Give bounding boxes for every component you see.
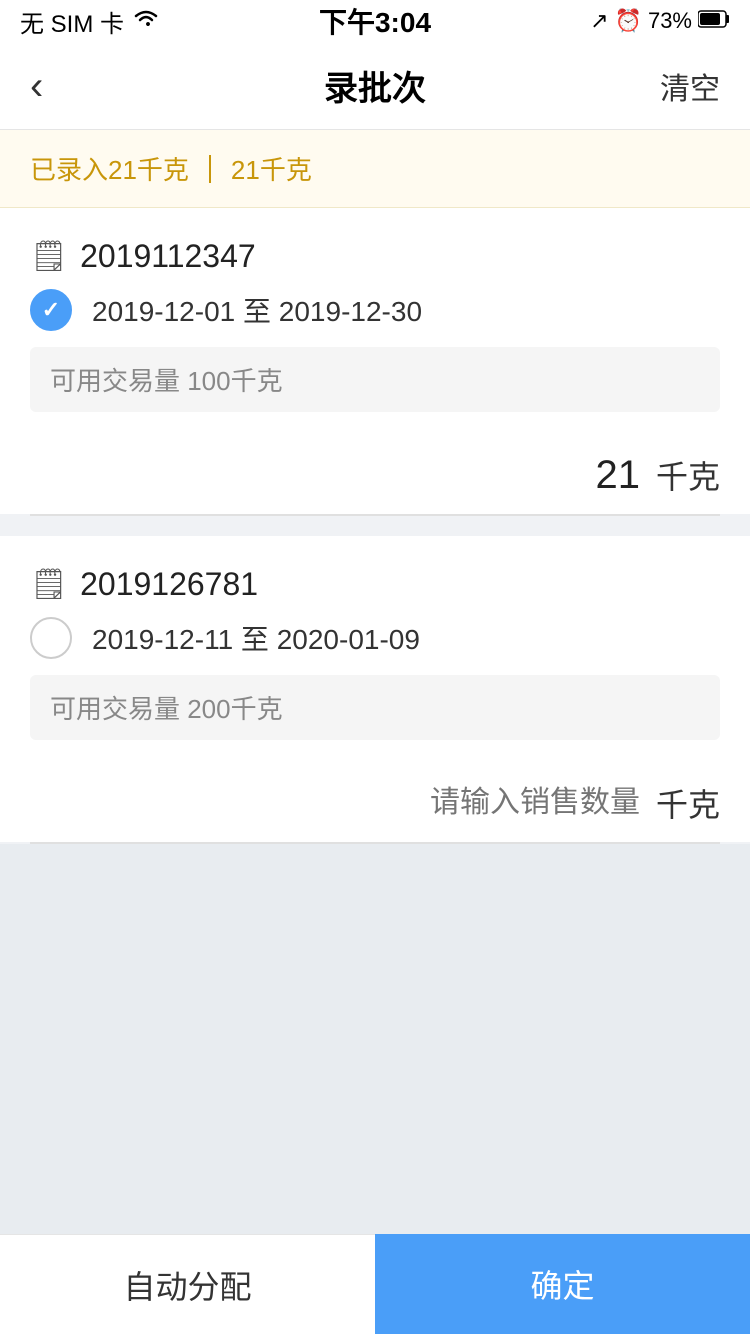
batch-item-1: 🗒 2019112347 2019-12-01 至 2019-12-30 可用交…	[0, 208, 750, 432]
confirm-button[interactable]: 确定	[375, 1234, 750, 1334]
batch1-available: 可用交易量 100千克	[30, 347, 720, 412]
status-bar: 无 SIM 卡 下午3:04 ↗ ⏰ 73%	[0, 0, 750, 42]
batch1-amount-input[interactable]	[480, 453, 640, 498]
battery-icon	[698, 8, 730, 34]
batch1-amount-unit: 千克	[656, 452, 720, 498]
batch1-id: 2019112347	[80, 238, 256, 275]
batch-item-2: 🗒 2019126781 2019-12-11 至 2020-01-09 可用交…	[0, 536, 750, 760]
status-right: ↗ ⏰ 73%	[590, 8, 730, 34]
battery-percent: 73%	[648, 8, 692, 34]
batch1-date: 2019-12-01 至 2019-12-30	[92, 290, 422, 330]
batch2-available: 可用交易量 200千克	[30, 675, 720, 740]
batch2-id: 2019126781	[80, 566, 258, 603]
clear-button[interactable]: 清空	[660, 64, 720, 108]
batch2-date-row[interactable]: 2019-12-11 至 2020-01-09	[30, 617, 720, 659]
wifi-icon	[132, 7, 160, 35]
batch2-icon: 🗒	[30, 567, 68, 602]
info-divider	[209, 155, 211, 183]
nav-bar: ‹ 录批次 清空	[0, 42, 750, 130]
batch1-radio[interactable]	[30, 289, 72, 331]
batch1-date-row[interactable]: 2019-12-01 至 2019-12-30	[30, 289, 720, 331]
batch2-date: 2019-12-11 至 2020-01-09	[92, 618, 420, 658]
status-left: 无 SIM 卡	[20, 4, 160, 39]
auto-distribute-button[interactable]: 自动分配	[0, 1234, 375, 1334]
section-separator	[0, 516, 750, 536]
no-sim-label: 无 SIM 卡	[20, 4, 124, 39]
batch2-radio[interactable]	[30, 617, 72, 659]
location-icon: ↗	[590, 8, 608, 34]
alarm-icon: ⏰	[615, 8, 642, 34]
status-time: 下午3:04	[319, 1, 431, 41]
batch1-header: 🗒 2019112347	[30, 238, 720, 275]
batch1-amount-row: 千克	[0, 432, 750, 514]
page-title: 录批次	[324, 61, 426, 110]
batch2-unit: 千克	[656, 780, 720, 826]
info-banner: 已录入21千克 21千克	[0, 130, 750, 208]
batch2-header: 🗒 2019126781	[30, 566, 720, 603]
batch2-input-row: 千克	[0, 760, 750, 842]
bottom-bar: 自动分配 确定	[0, 1234, 750, 1334]
batch2-amount-input[interactable]	[340, 786, 640, 820]
back-button[interactable]: ‹	[30, 66, 43, 106]
info-value: 21千克	[231, 150, 312, 187]
info-label: 已录入21千克	[30, 150, 189, 187]
batch1-icon: 🗒	[30, 239, 68, 274]
gray-area	[0, 844, 750, 1284]
